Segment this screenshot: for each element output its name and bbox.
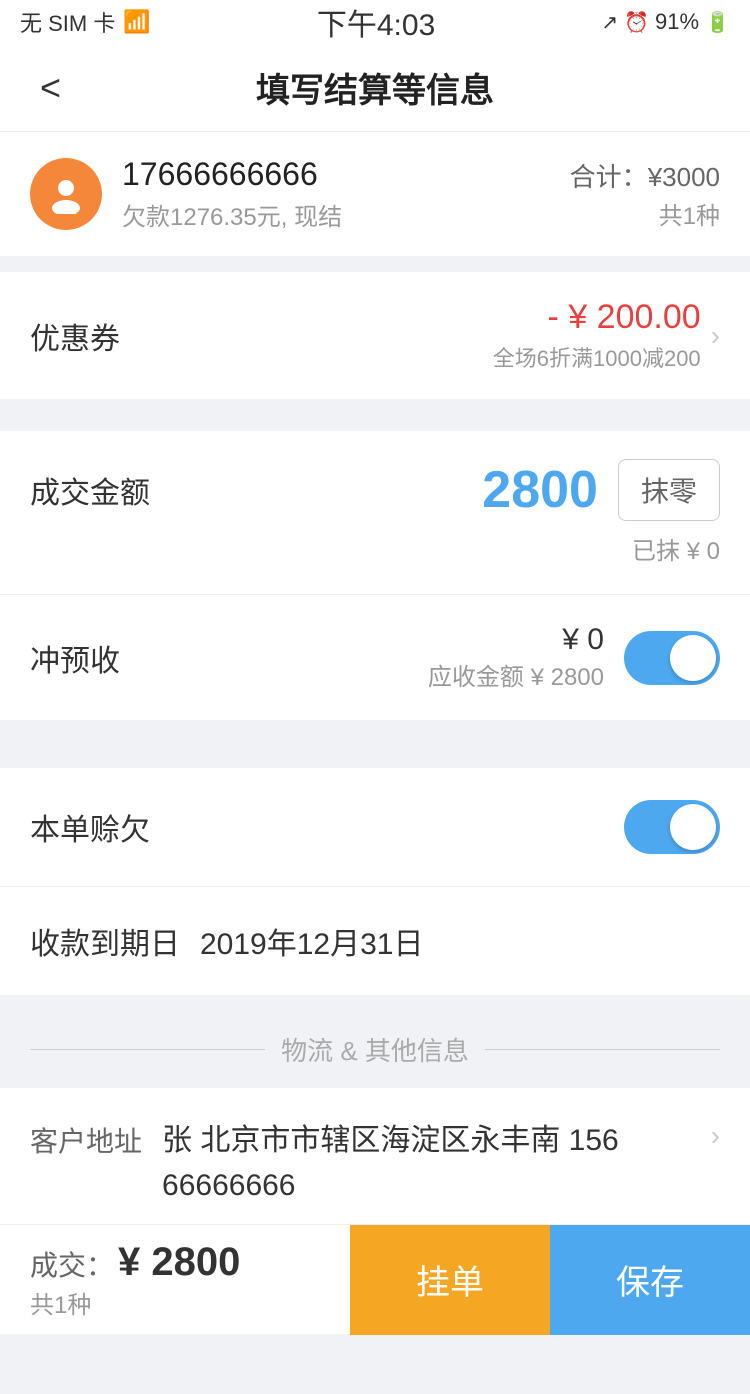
- logistics-label: 物流 & 其他信息: [281, 1031, 469, 1068]
- customer-debt: 欠款1276.35元, 现结: [122, 197, 342, 232]
- address-label: 客户地址: [30, 1118, 142, 1160]
- logistics-line-left: [30, 1049, 265, 1050]
- address-section[interactable]: 客户地址 张 北京市市辖区海淀区永丰南 156 66666666 ›: [0, 1088, 750, 1238]
- status-right: ↗ ⏰ 91% 🔋: [601, 9, 730, 35]
- customer-info-card: 17666666666 欠款1276.35元, 现结 合计：¥3000 共1种: [0, 132, 750, 256]
- alarm-icon: ⏰: [624, 10, 649, 35]
- section-divider-1: [0, 415, 750, 431]
- amount-label: 成交金额: [30, 468, 150, 512]
- coupon-label: 优惠券: [30, 314, 120, 358]
- due-date-value: 2019年12月31日: [200, 919, 423, 963]
- owe-row: 本单赊欠: [0, 768, 750, 887]
- customer-left: 17666666666 欠款1276.35元, 现结: [30, 156, 342, 232]
- prereceive-sub: 应收金额 ¥ 2800: [428, 657, 604, 692]
- bottom-deal-label: 成交：: [30, 1244, 114, 1284]
- status-left: 无 SIM 卡 📶: [20, 6, 151, 38]
- bottom-info: 成交： ¥ 2800 共1种: [0, 1240, 350, 1320]
- battery-text: 91%: [655, 9, 699, 35]
- prereceive-right: ¥ 0 应收金额 ¥ 2800: [428, 623, 720, 692]
- amount-row: 成交金额 2800 抹零: [30, 459, 720, 521]
- coupon-discount: - ¥ 200.00: [493, 298, 701, 337]
- customer-total: 合计：¥3000 共1种: [570, 157, 720, 231]
- bottom-amount: ¥ 2800: [118, 1240, 240, 1285]
- page-title: 填写结算等信息: [256, 63, 494, 112]
- owe-label: 本单赊欠: [30, 805, 150, 849]
- address-value: 张 北京市市辖区海淀区永丰南 156 66666666: [162, 1118, 691, 1208]
- owe-section: 本单赊欠 收款到期日 2019年12月31日: [0, 768, 750, 995]
- prereceive-section: 冲预收 ¥ 0 应收金额 ¥ 2800: [0, 594, 750, 720]
- coupon-desc: 全场6折满1000减200: [493, 341, 701, 373]
- due-date-label: 收款到期日: [30, 919, 180, 963]
- due-date-row: 收款到期日 2019年12月31日: [0, 887, 750, 995]
- nav-bar: < 填写结算等信息: [0, 44, 750, 132]
- status-bar: 无 SIM 卡 📶 下午4:03 ↗ ⏰ 91% 🔋: [0, 0, 750, 44]
- owe-toggle-knob: [670, 804, 716, 850]
- prereceive-amount-block: ¥ 0 应收金额 ¥ 2800: [428, 623, 604, 692]
- section-divider-2: [0, 736, 750, 752]
- hang-button[interactable]: 挂单: [350, 1225, 550, 1335]
- prereceive-row: 冲预收 ¥ 0 应收金额 ¥ 2800: [30, 623, 720, 692]
- address-row: 客户地址 张 北京市市辖区海淀区永丰南 156 66666666 ›: [0, 1088, 750, 1238]
- bottom-bar: 成交： ¥ 2800 共1种 挂单 保存: [0, 1224, 750, 1334]
- amount-sub: 已抹 ¥ 0: [632, 538, 720, 565]
- logistics-line-right: [485, 1049, 720, 1050]
- address-chevron-icon: ›: [711, 1118, 720, 1152]
- total-label: 合计：¥3000: [570, 157, 720, 194]
- total-count: 共1种: [570, 196, 720, 231]
- customer-phone: 17666666666: [122, 156, 342, 193]
- bottom-deal-row: 成交： ¥ 2800: [30, 1240, 320, 1285]
- amount-value: 2800: [482, 460, 598, 520]
- avatar: [30, 158, 102, 230]
- battery-icon: 🔋: [705, 10, 730, 35]
- owe-toggle[interactable]: [624, 800, 720, 854]
- round-button[interactable]: 抹零: [618, 459, 720, 521]
- coupon-discount-block: - ¥ 200.00 全场6折满1000减200: [493, 298, 701, 373]
- wifi-icon: 📶: [123, 9, 150, 35]
- customer-detail: 17666666666 欠款1276.35元, 现结: [122, 156, 342, 232]
- location-icon: ↗: [601, 10, 618, 35]
- logistics-divider: 物流 & 其他信息: [0, 1011, 750, 1088]
- back-button[interactable]: <: [30, 57, 71, 119]
- amount-right: 2800 抹零: [482, 459, 720, 521]
- prereceive-amount: ¥ 0: [428, 623, 604, 657]
- status-time: 下午4:03: [317, 0, 435, 44]
- amount-section: 成交金额 2800 抹零 已抹 ¥ 0: [0, 431, 750, 594]
- prereceive-toggle[interactable]: [624, 631, 720, 685]
- amount-sub-row: 已抹 ¥ 0: [30, 531, 720, 566]
- save-button[interactable]: 保存: [550, 1225, 750, 1335]
- coupon-row[interactable]: 优惠券 - ¥ 200.00 全场6折满1000减200 ›: [0, 272, 750, 399]
- no-sim-text: 无 SIM 卡: [20, 6, 115, 38]
- prereceive-label: 冲预收: [30, 636, 120, 680]
- coupon-right: - ¥ 200.00 全场6折满1000减200 ›: [493, 298, 720, 373]
- bottom-count: 共1种: [30, 1285, 320, 1320]
- content: 17666666666 欠款1276.35元, 现结 合计：¥3000 共1种 …: [0, 132, 750, 1394]
- toggle-knob: [670, 635, 716, 681]
- coupon-chevron-icon: ›: [711, 320, 720, 352]
